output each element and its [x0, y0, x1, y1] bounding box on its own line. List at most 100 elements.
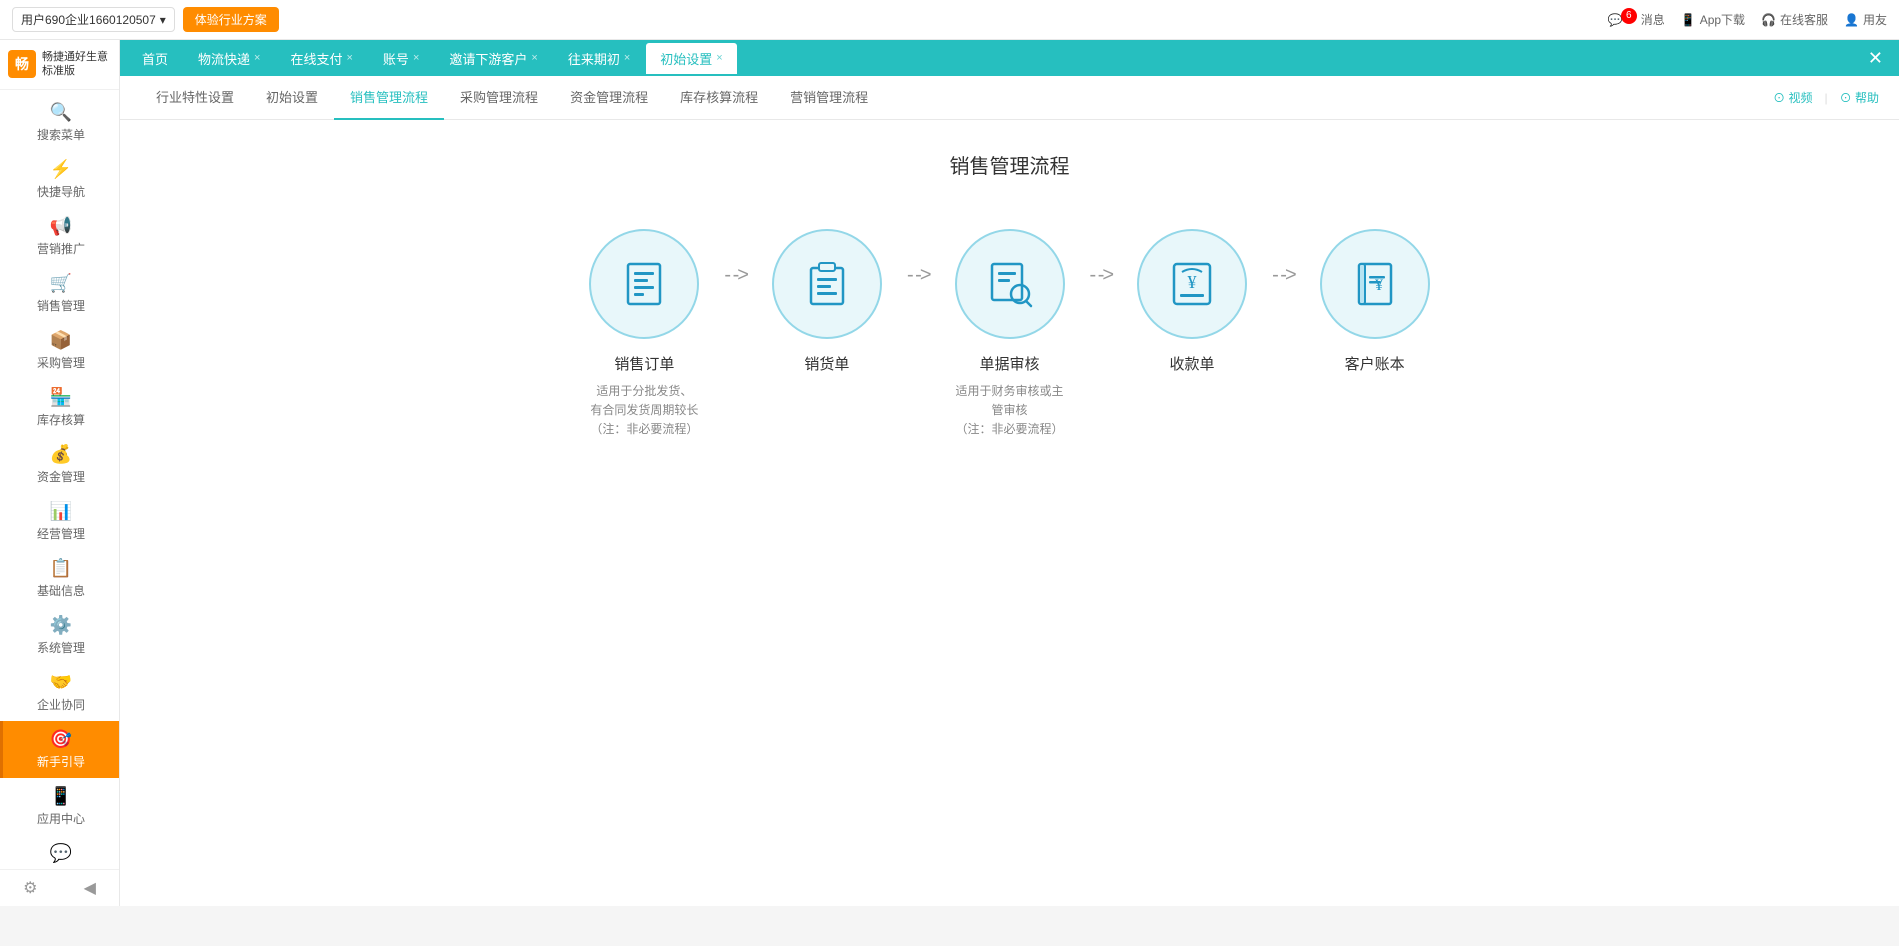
close-icon[interactable]: ×: [254, 52, 260, 64]
download-icon: 📱: [1681, 13, 1696, 27]
enterprise-wechat-icon: 💬: [50, 843, 72, 864]
sidebar-item-app-center[interactable]: 📱 应用中心: [0, 778, 119, 835]
sidebar-item-operations[interactable]: 📊 经营管理: [0, 493, 119, 550]
close-icon[interactable]: ×: [531, 52, 537, 64]
sub-tab-sales-flow[interactable]: 销售管理流程: [334, 75, 444, 120]
page-title: 销售管理流程: [160, 150, 1859, 179]
inventory-icon: 🏪: [50, 387, 72, 408]
new-user-icon: 🎯: [50, 729, 72, 750]
flow-step-customer-account: ¥ 客户账本: [1295, 229, 1455, 382]
main-content: 销售管理流程 销售订单 适用于分批发货、有合同发货周期较长（: [120, 120, 1899, 906]
sub-tab-label: 销售管理流程: [350, 90, 428, 105]
video-link[interactable]: ⊙ 视频: [1773, 89, 1812, 106]
top-bar-left: 用户690企业1660120507 ▾ 体验行业方案: [12, 7, 279, 32]
sidebar-item-basic-info[interactable]: 📋 基础信息: [0, 550, 119, 607]
flow-step-title: 销售订单: [614, 353, 674, 374]
online-service-item[interactable]: 🎧 在线客服: [1761, 11, 1828, 28]
sidebar-item-enterprise-collab[interactable]: 🤝 企业协同: [0, 664, 119, 721]
sub-tab-label: 初始设置: [266, 90, 318, 105]
sub-tab-label: 库存核算流程: [680, 90, 758, 105]
sub-tab-marketing-flow[interactable]: 营销管理流程: [774, 75, 884, 120]
sidebar-item-label: 快捷导航: [37, 183, 85, 200]
flow-circle-customer-account[interactable]: ¥: [1320, 229, 1430, 339]
flow-step-desc: 适用于分批发货、有合同发货周期较长（注：非必要流程）: [590, 382, 698, 440]
user-avatar-item[interactable]: 👤 用友: [1844, 11, 1887, 28]
nav-tab-account[interactable]: 账号 ×: [369, 43, 433, 74]
nav-tab-invite[interactable]: 邀请下游客户 ×: [435, 43, 551, 74]
message-badge: 6: [1621, 8, 1637, 24]
search-icon: 🔍: [50, 102, 72, 123]
fund-icon: 💰: [50, 444, 72, 465]
sub-tab-label: 采购管理流程: [460, 90, 538, 105]
nav-tab-payment[interactable]: 在线支付 ×: [276, 43, 366, 74]
sidebar-item-label: 企业协同: [37, 696, 85, 713]
user-name-label: 用友: [1863, 11, 1887, 28]
flow-circle-receipt[interactable]: ¥: [1137, 229, 1247, 339]
nav-tab-home[interactable]: 首页: [128, 43, 182, 74]
clipboard-icon: [801, 258, 853, 310]
sidebar-item-label: 库存核算: [37, 411, 85, 428]
nav-tab-init[interactable]: 初始设置 ×: [646, 43, 736, 74]
flow-arrow-4: - ->: [1272, 264, 1295, 347]
purchase-icon: 📦: [50, 330, 72, 351]
flow-diagram: 销售订单 适用于分批发货、有合同发货周期较长（注：非必要流程） - ->: [160, 229, 1859, 440]
sidebar-item-new-user[interactable]: 🎯 新手引导: [0, 721, 119, 778]
trial-button[interactable]: 体验行业方案: [183, 7, 279, 32]
sidebar-item-label: 基础信息: [37, 582, 85, 599]
online-service-label: 在线客服: [1780, 11, 1828, 28]
nav-tab-label: 邀请下游客户: [449, 49, 527, 68]
sidebar-item-label: 新手引导: [37, 753, 85, 770]
sub-tab-label: 资金管理流程: [570, 90, 648, 105]
sidebar-menu: 🔍 搜索菜单 ⚡ 快捷导航 📢 营销推广 🛒 销售管理 📦 采购管理 🏪: [0, 90, 119, 869]
sub-tab-fund-flow[interactable]: 资金管理流程: [554, 75, 664, 120]
flow-circle-audit[interactable]: [955, 229, 1065, 339]
flow-step-desc: 适用于财务审核或主管审核（注：非必要流程）: [955, 382, 1063, 440]
flow-circle-sales-invoice[interactable]: [772, 229, 882, 339]
sidebar-item-inventory[interactable]: 🏪 库存核算: [0, 379, 119, 436]
settings-bottom-icon[interactable]: ⚙: [23, 878, 37, 898]
flow-step-title: 收款单: [1170, 353, 1215, 374]
sub-tab-purchase-flow[interactable]: 采购管理流程: [444, 75, 554, 120]
enterprise-collab-icon: 🤝: [50, 672, 72, 693]
close-icon[interactable]: ×: [413, 52, 419, 64]
close-icon[interactable]: ×: [716, 52, 722, 64]
help-link[interactable]: ⊙ 帮助: [1840, 89, 1879, 106]
app-download-item[interactable]: 📱 App下载: [1681, 11, 1745, 28]
sidebar-item-system[interactable]: ⚙️ 系统管理: [0, 607, 119, 664]
sidebar-item-marketing[interactable]: 📢 营销推广: [0, 208, 119, 265]
user-selector[interactable]: 用户690企业1660120507 ▾: [12, 7, 175, 32]
app-center-icon: 📱: [50, 786, 72, 807]
collapse-icon[interactable]: ◀: [84, 878, 96, 898]
flow-step-title: 单据审核: [979, 353, 1039, 374]
close-icon[interactable]: ×: [346, 52, 352, 64]
sidebar-item-enterprise-wechat[interactable]: 💬 企业微信: [0, 835, 119, 869]
close-all-tabs-button[interactable]: ✕: [1860, 48, 1891, 69]
flow-step-sales-order: 销售订单 适用于分批发货、有合同发货周期较长（注：非必要流程）: [564, 229, 724, 440]
sidebar-item-sales[interactable]: 🛒 销售管理: [0, 265, 119, 322]
account-book-icon: ¥: [1349, 258, 1401, 310]
nav-tab-label: 首页: [142, 49, 168, 68]
sidebar-item-quick-nav[interactable]: ⚡ 快捷导航: [0, 151, 119, 208]
svg-text:¥: ¥: [1188, 272, 1197, 292]
sidebar-item-search[interactable]: 🔍 搜索菜单: [0, 94, 119, 151]
flow-step-audit: 单据审核 适用于财务审核或主管审核（注：非必要流程）: [930, 229, 1090, 440]
flow-circle-sales-order[interactable]: [589, 229, 699, 339]
operations-icon: 📊: [50, 501, 72, 522]
sidebar-item-label: 搜索菜单: [37, 126, 85, 143]
sub-tab-industry[interactable]: 行业特性设置: [140, 75, 250, 120]
sub-tab-init[interactable]: 初始设置: [250, 75, 334, 120]
top-bar-right: 💬 6 消息 📱 App下载 🎧 在线客服 👤 用友: [1608, 11, 1887, 28]
flow-arrow-3: - ->: [1090, 264, 1113, 347]
sub-tab-inventory-flow[interactable]: 库存核算流程: [664, 75, 774, 120]
sidebar-item-fund[interactable]: 💰 资金管理: [0, 436, 119, 493]
flow-arrow-1: - ->: [724, 264, 747, 347]
chevron-down-icon: ▾: [160, 13, 166, 27]
message-icon-item[interactable]: 💬 6 消息: [1608, 11, 1665, 28]
nav-tab-period[interactable]: 往来期初 ×: [554, 43, 644, 74]
app-download-label: App下载: [1700, 11, 1745, 28]
close-icon[interactable]: ×: [624, 52, 630, 64]
search-doc-icon: [984, 258, 1036, 310]
sidebar-item-purchase[interactable]: 📦 采购管理: [0, 322, 119, 379]
nav-tab-logistics[interactable]: 物流快递 ×: [184, 43, 274, 74]
nav-tab-label: 初始设置: [660, 49, 712, 68]
